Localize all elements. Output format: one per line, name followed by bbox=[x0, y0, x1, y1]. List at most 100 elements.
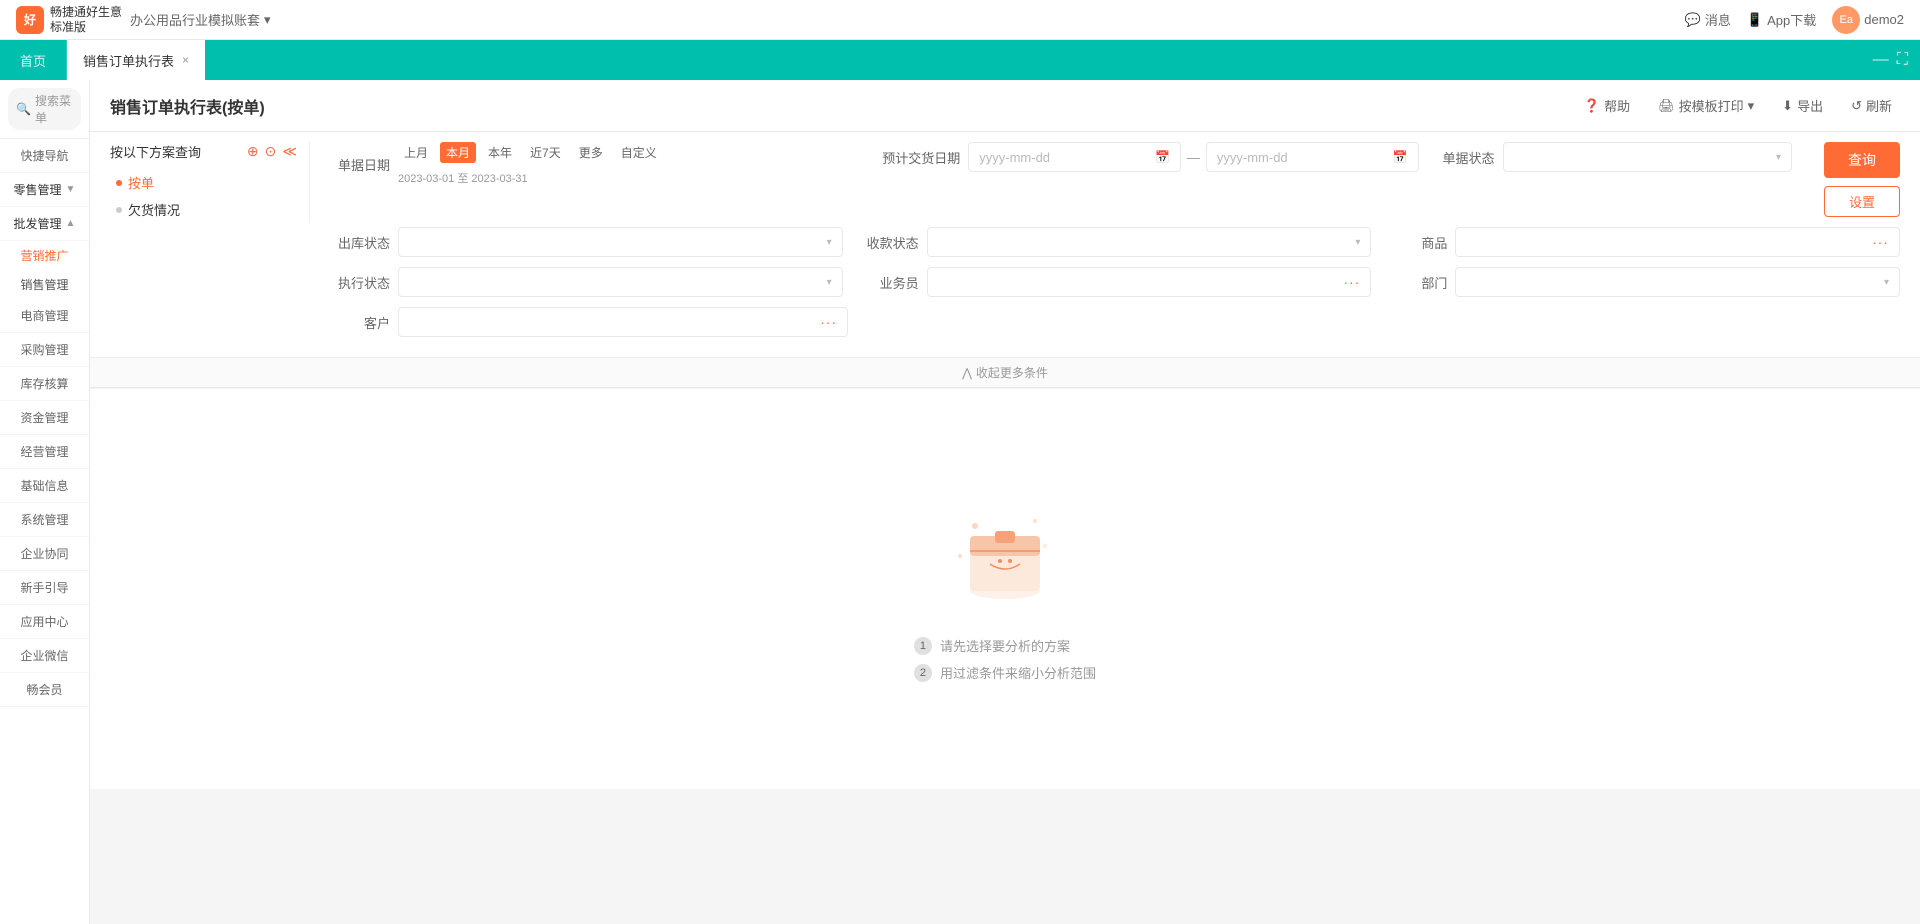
refresh-button[interactable]: ↺ 刷新 bbox=[1843, 92, 1900, 119]
sidebar-item-wholesale[interactable]: 批发管理 ▲ bbox=[0, 207, 89, 241]
page-actions: ❓ 帮助 🖨 按模板打印 ▾ ⬇ 导出 ↺ 刷新 bbox=[1576, 92, 1900, 119]
expected-date-to[interactable]: yyyy-mm-dd 📅 bbox=[1206, 142, 1419, 172]
status-field: 单据状态 ▾ bbox=[1435, 142, 1793, 172]
help-button[interactable]: ❓ 帮助 bbox=[1576, 92, 1638, 119]
page-title: 销售订单执行表(按单) bbox=[110, 94, 265, 118]
wholesale-expand-icon: ▲ bbox=[66, 218, 76, 229]
date-range-text: 2023-03-01 至 2023-03-31 bbox=[398, 170, 866, 186]
logo-icon: 好 bbox=[16, 6, 44, 34]
user-menu[interactable]: Ea demo2 bbox=[1832, 6, 1904, 34]
outbound-arrow-icon: ▾ bbox=[827, 237, 832, 248]
payment-status-select[interactable]: ▾ bbox=[927, 227, 1372, 257]
scheme-panel: 按以下方案查询 ⊕ ⊙ ≪ 按单 bbox=[110, 142, 310, 223]
outbound-label: 出库状态 bbox=[330, 233, 390, 252]
messages-button[interactable]: 💬 消息 bbox=[1685, 10, 1731, 29]
department-arrow-icon: ▾ bbox=[1884, 277, 1889, 288]
customer-input[interactable]: ··· bbox=[398, 307, 848, 337]
scheme-active-dot bbox=[116, 180, 122, 186]
sidebar-item-wechat[interactable]: 企业微信 bbox=[0, 639, 89, 673]
app-download-button[interactable]: 📱 App下载 bbox=[1747, 10, 1816, 29]
customer-label: 客户 bbox=[330, 313, 390, 332]
quick-date-this-month[interactable]: 本月 bbox=[440, 142, 476, 163]
filter-panel: 按以下方案查询 ⊕ ⊙ ≪ 按单 bbox=[90, 132, 1920, 388]
sidebar-item-basic-info[interactable]: 基础信息 bbox=[0, 469, 89, 503]
sidebar-item-enterprise[interactable]: 企业协同 bbox=[0, 537, 89, 571]
quick-date-7days[interactable]: 近7天 bbox=[524, 142, 567, 163]
salesperson-input[interactable]: ··· bbox=[927, 267, 1372, 297]
add-scheme-icon[interactable]: ⊕ bbox=[247, 143, 259, 160]
empty-state: 1 请先选择要分析的方案 2 用过滤条件来缩小分析范围 bbox=[90, 389, 1920, 789]
sidebar-item-operations[interactable]: 经营管理 bbox=[0, 435, 89, 469]
date-label: 单据日期 bbox=[330, 155, 390, 174]
sidebar-item-newuser[interactable]: 新手引导 bbox=[0, 571, 89, 605]
scheme-item-shortage[interactable]: 欠货情况 bbox=[110, 196, 297, 223]
avatar: Ea bbox=[1832, 6, 1860, 34]
page-wrapper: 销售订单执行表(按单) ❓ 帮助 🖨 按模板打印 ▾ ⬇ 导出 bbox=[90, 80, 1920, 789]
expected-date-from[interactable]: yyyy-mm-dd 📅 bbox=[968, 142, 1181, 172]
sidebar-item-marketing[interactable]: 营销推广 bbox=[0, 241, 89, 270]
payment-status-field: 收款状态 ▾ bbox=[859, 227, 1372, 257]
sidebar-item-sales[interactable]: 销售管理 bbox=[0, 270, 89, 299]
sidebar-item-inventory[interactable]: 库存核算 bbox=[0, 367, 89, 401]
expected-date-label: 预计交货日期 bbox=[882, 148, 960, 167]
quick-date-this-year[interactable]: 本年 bbox=[482, 142, 518, 163]
empty-tip-1: 1 请先选择要分析的方案 bbox=[914, 636, 1096, 655]
execution-arrow-icon: ▾ bbox=[827, 277, 832, 288]
refresh-icon: ↺ bbox=[1851, 98, 1862, 114]
page-header: 销售订单执行表(按单) ❓ 帮助 🖨 按模板打印 ▾ ⬇ 导出 bbox=[90, 80, 1920, 132]
sidebar-search-input[interactable]: 🔍 搜索菜单 bbox=[8, 88, 81, 130]
settings-scheme-icon[interactable]: ⊙ bbox=[265, 143, 277, 160]
logo-text: 畅捷通好生意 标准版 bbox=[50, 5, 122, 34]
quick-date-more[interactable]: 更多 bbox=[573, 142, 609, 163]
topbar: 好 畅捷通好生意 标准版 办公用品行业模拟账套 ▾ 💬 消息 📱 App下载 E… bbox=[0, 0, 1920, 40]
sidebar-item-retail[interactable]: 零售管理 ▼ bbox=[0, 173, 89, 207]
collapse-bar[interactable]: ⋀ 收起更多条件 bbox=[90, 357, 1920, 387]
empty-tip-2: 2 用过滤条件来缩小分析范围 bbox=[914, 663, 1096, 682]
maximize-icon[interactable]: ⛶ bbox=[1897, 51, 1908, 69]
minimize-icon[interactable]: — bbox=[1873, 51, 1889, 69]
tab-close-icon[interactable]: × bbox=[182, 53, 189, 67]
outbound-status-field: 出库状态 ▾ bbox=[330, 227, 843, 257]
sidebar-item-system[interactable]: 系统管理 bbox=[0, 503, 89, 537]
sidebar-item-appcenter[interactable]: 应用中心 bbox=[0, 605, 89, 639]
goods-input[interactable]: ··· bbox=[1455, 227, 1900, 257]
setup-button[interactable]: 设置 bbox=[1824, 186, 1900, 217]
sidebar-item-quicknav[interactable]: 快捷导航 bbox=[0, 139, 89, 173]
status-label: 单据状态 bbox=[1435, 148, 1495, 167]
department-select[interactable]: ▾ bbox=[1455, 267, 1900, 297]
status-arrow-icon: ▾ bbox=[1776, 152, 1781, 163]
quick-date-custom[interactable]: 自定义 bbox=[615, 142, 663, 163]
sidebar-item-finance[interactable]: 资金管理 bbox=[0, 401, 89, 435]
quick-date-buttons: 上月 本月 本年 近7天 更多 自定义 bbox=[398, 142, 866, 163]
tabbar: 首页 销售订单执行表 × — ⛶ bbox=[0, 40, 1920, 80]
sidebar-item-purchase[interactable]: 采购管理 bbox=[0, 333, 89, 367]
scheme-item-by-order[interactable]: 按单 bbox=[110, 169, 297, 196]
sidebar-search-area[interactable]: 🔍 搜索菜单 bbox=[0, 80, 89, 139]
salesperson-label: 业务员 bbox=[859, 273, 919, 292]
quick-date-last-month[interactable]: 上月 bbox=[398, 142, 434, 163]
export-button[interactable]: ⬇ 导出 bbox=[1774, 92, 1831, 119]
print-icon: 🖨 bbox=[1658, 98, 1675, 114]
tip-num-1: 1 bbox=[914, 637, 932, 655]
tab-home[interactable]: 首页 bbox=[0, 40, 67, 80]
app-selector[interactable]: 办公用品行业模拟账套 ▾ bbox=[130, 10, 271, 29]
topbar-right: 💬 消息 📱 App下载 Ea demo2 bbox=[1685, 6, 1904, 34]
status-select[interactable]: ▾ bbox=[1503, 142, 1793, 172]
sidebar-item-ecommerce[interactable]: 电商管理 bbox=[0, 299, 89, 333]
goods-dots-icon: ··· bbox=[1872, 234, 1889, 250]
filter-fields: 单据日期 上月 本月 本年 近7天 更多 自定义 bbox=[310, 142, 1900, 347]
collapse-scheme-icon[interactable]: ≪ bbox=[282, 143, 297, 160]
outbound-status-select[interactable]: ▾ bbox=[398, 227, 843, 257]
salesperson-dots-icon: ··· bbox=[1343, 274, 1360, 290]
scheme-header: 按以下方案查询 ⊕ ⊙ ≪ bbox=[110, 142, 297, 161]
message-icon: 💬 bbox=[1685, 12, 1701, 28]
query-button[interactable]: 查询 bbox=[1824, 142, 1900, 178]
sidebar-item-member[interactable]: 畅会员 bbox=[0, 673, 89, 707]
filter-top: 按以下方案查询 ⊕ ⊙ ≪ 按单 bbox=[90, 132, 1920, 357]
print-chevron-icon: ▾ bbox=[1748, 98, 1755, 114]
print-button[interactable]: 🖨 按模板打印 ▾ bbox=[1650, 92, 1762, 119]
tab-sales-execution[interactable]: 销售订单执行表 × bbox=[67, 40, 205, 80]
department-field: 部门 ▾ bbox=[1387, 267, 1900, 297]
execution-status-select[interactable]: ▾ bbox=[398, 267, 843, 297]
salesperson-field: 业务员 ··· bbox=[859, 267, 1372, 297]
